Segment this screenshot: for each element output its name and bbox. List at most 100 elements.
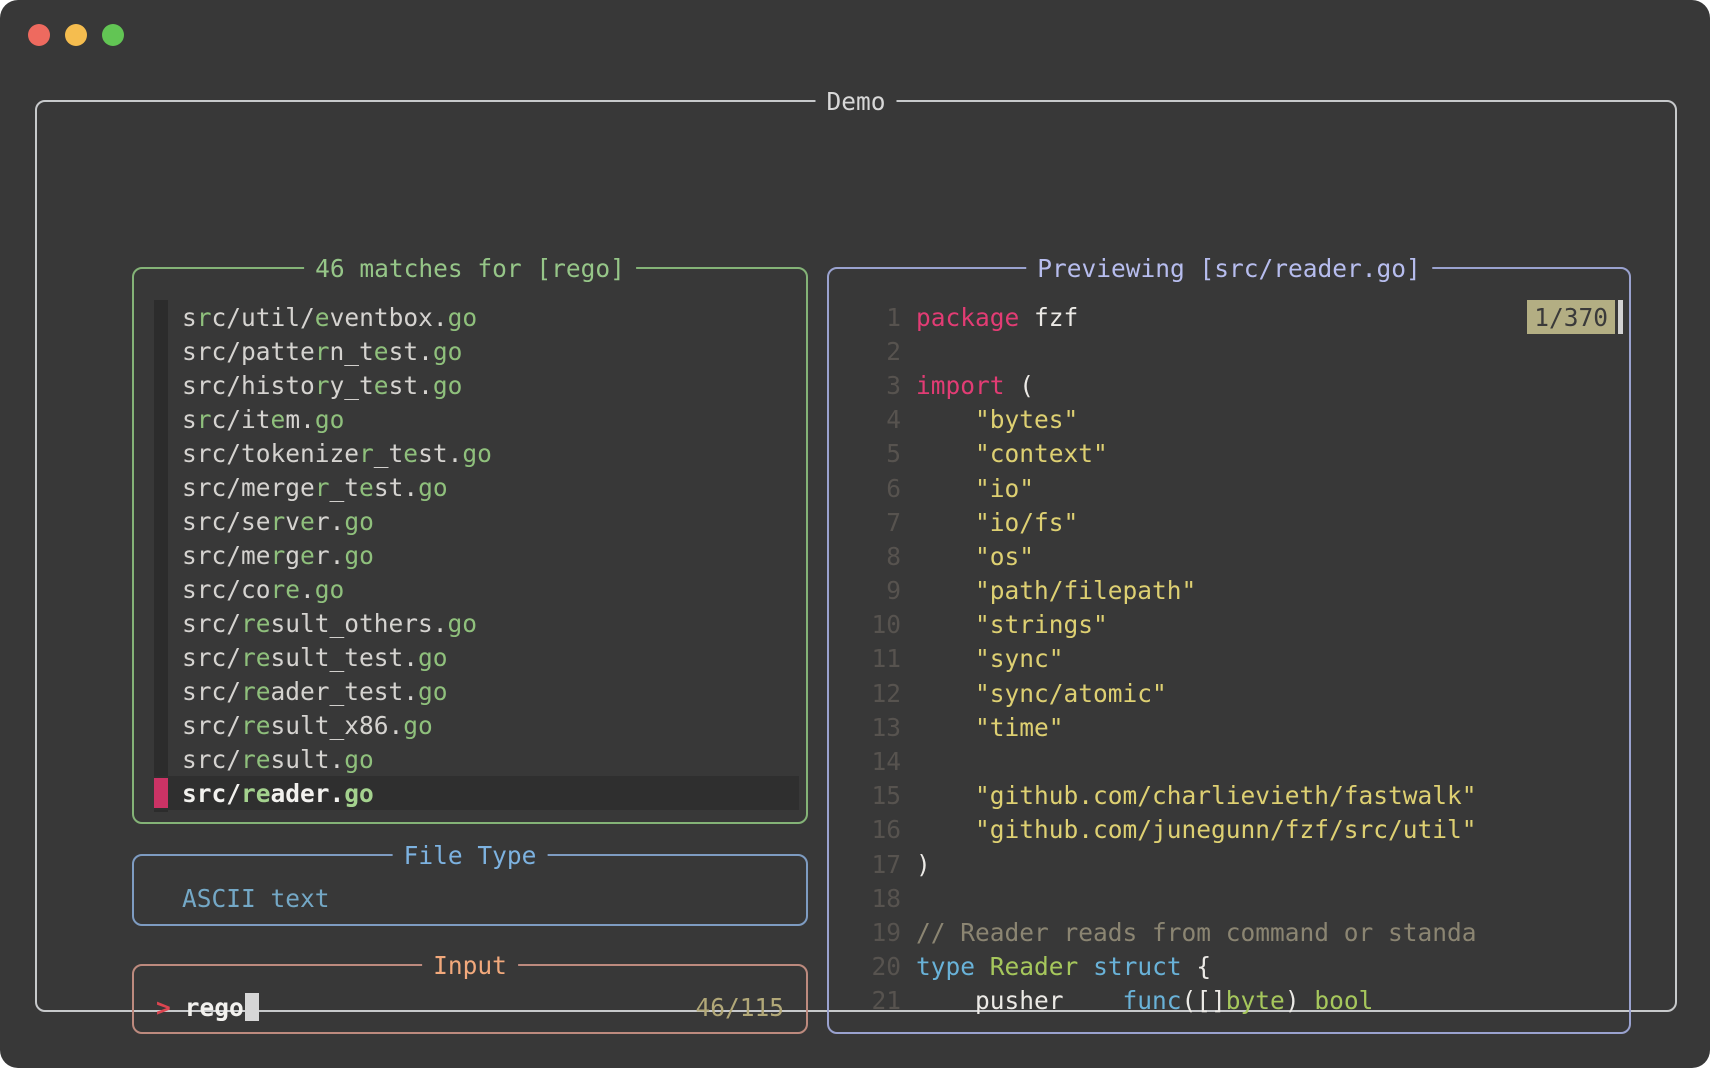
- list-item-selected[interactable]: src/reader.go: [154, 776, 799, 810]
- text-segment: src/se: [182, 507, 271, 536]
- text-segment: n_t: [330, 337, 374, 366]
- code-line: 15 "github.com/charlievieth/fastwalk": [871, 779, 1623, 813]
- line-number: 7: [871, 508, 901, 537]
- code-text: type Reader struct {: [916, 952, 1211, 981]
- match-segment: r: [271, 541, 286, 570]
- match-segment: re: [241, 677, 271, 706]
- text-segment: st.: [389, 371, 433, 400]
- text-segment: st.: [374, 473, 418, 502]
- match-segment: go: [418, 677, 448, 706]
- code-text: "github.com/charlievieth/fastwalk": [916, 781, 1477, 810]
- match-segment: go: [315, 405, 345, 434]
- code-line: 19 // Reader reads from command or standa: [871, 915, 1623, 949]
- code-line: 12 "sync/atomic": [871, 676, 1623, 710]
- code-text: // Reader reads from command or standa: [916, 918, 1477, 947]
- match-segment: r: [315, 371, 330, 400]
- text-segment: src/: [182, 745, 241, 774]
- code-line: 7 "io/fs": [871, 505, 1623, 539]
- code-line: 10 "strings": [871, 608, 1623, 642]
- text-segment: src/co: [182, 575, 271, 604]
- match-segment: go: [344, 507, 374, 536]
- code-line: 6 "io": [871, 471, 1623, 505]
- line-number: 10: [871, 610, 901, 639]
- text-segment: sult_test.: [271, 643, 419, 672]
- code-text: "io/fs": [916, 508, 1078, 537]
- list-item[interactable]: src/server.go: [154, 504, 799, 538]
- line-number: 2: [871, 337, 901, 366]
- match-segment: re: [241, 745, 271, 774]
- code-text: ): [916, 850, 931, 879]
- close-button-icon[interactable]: [28, 24, 50, 46]
- code-area[interactable]: 1package fzf23import (4 "bytes"5 "contex…: [871, 300, 1623, 1018]
- search-input[interactable]: > rego 46/115: [156, 966, 784, 1040]
- code-line: 5 "context": [871, 437, 1623, 471]
- match-list[interactable]: src/util/eventbox.gosrc/pattern_test.gos…: [154, 300, 799, 810]
- list-item[interactable]: src/tokenizer_test.go: [154, 436, 799, 470]
- match-segment: go: [433, 337, 463, 366]
- zoom-button-icon[interactable]: [102, 24, 124, 46]
- line-number: 16: [871, 815, 901, 844]
- text-segment: s: [182, 303, 197, 332]
- match-segment: re: [271, 575, 301, 604]
- text-segment: src/: [182, 779, 241, 808]
- list-item[interactable]: src/item.go: [154, 402, 799, 436]
- list-item[interactable]: src/result.go: [154, 742, 799, 776]
- line-number: 18: [871, 884, 901, 913]
- match-segment: go: [315, 575, 345, 604]
- line-number: 8: [871, 542, 901, 571]
- text-segment: sult.: [271, 745, 345, 774]
- match-segment: e: [300, 507, 315, 536]
- line-number: 14: [871, 747, 901, 776]
- code-line: 9 "path/filepath": [871, 574, 1623, 608]
- match-segment: e: [300, 541, 315, 570]
- code-text: "strings": [916, 610, 1108, 639]
- code-text: "time": [916, 713, 1064, 742]
- line-number: 21: [871, 986, 901, 1015]
- code-line: 16 "github.com/junegunn/fzf/src/util": [871, 813, 1623, 847]
- preview-panel-title: Previewing [src/reader.go]: [1026, 252, 1432, 286]
- match-segment: r: [359, 439, 374, 468]
- line-number: 17: [871, 850, 901, 879]
- list-item[interactable]: src/merger.go: [154, 538, 799, 572]
- list-item[interactable]: src/pattern_test.go: [154, 334, 799, 368]
- code-text: "sync": [916, 644, 1064, 673]
- match-segment: go: [403, 711, 433, 740]
- list-item[interactable]: src/result_test.go: [154, 640, 799, 674]
- demo-border-box: Demo 46 matches for [rego] src/util/even…: [35, 100, 1677, 1012]
- window-title: Demo: [815, 85, 896, 119]
- match-segment: r: [315, 473, 330, 502]
- match-segment: go: [418, 473, 448, 502]
- traffic-lights: [28, 24, 124, 46]
- line-number: 19: [871, 918, 901, 947]
- list-item[interactable]: src/merger_test.go: [154, 470, 799, 504]
- list-item[interactable]: src/util/eventbox.go: [154, 300, 799, 334]
- text-segment: y_t: [330, 371, 374, 400]
- list-item[interactable]: src/result_others.go: [154, 606, 799, 640]
- match-segment: r: [271, 507, 286, 536]
- code-text: "os": [916, 542, 1034, 571]
- match-segment: go: [462, 439, 492, 468]
- list-item[interactable]: src/core.go: [154, 572, 799, 606]
- preview-scrollbar-thumb[interactable]: [1618, 300, 1623, 334]
- text-cursor: [245, 993, 259, 1021]
- line-number: 4: [871, 405, 901, 434]
- list-item[interactable]: src/history_test.go: [154, 368, 799, 402]
- match-segment: e: [403, 439, 418, 468]
- line-number: 3: [871, 371, 901, 400]
- code-text: package fzf: [916, 303, 1078, 332]
- code-text: "path/filepath": [916, 576, 1196, 605]
- code-text: "bytes": [916, 405, 1078, 434]
- line-number: 9: [871, 576, 901, 605]
- text-segment: _t: [330, 473, 360, 502]
- text-segment: v: [285, 507, 300, 536]
- text-segment: st.: [389, 337, 433, 366]
- list-item[interactable]: src/reader_test.go: [154, 674, 799, 708]
- code-line: 18: [871, 881, 1623, 915]
- match-segment: go: [344, 745, 374, 774]
- minimize-button-icon[interactable]: [65, 24, 87, 46]
- text-segment: sult_others.: [271, 609, 448, 638]
- code-text: "sync/atomic": [916, 679, 1167, 708]
- code-line: 1package fzf: [871, 300, 1623, 334]
- line-number: 12: [871, 679, 901, 708]
- list-item[interactable]: src/result_x86.go: [154, 708, 799, 742]
